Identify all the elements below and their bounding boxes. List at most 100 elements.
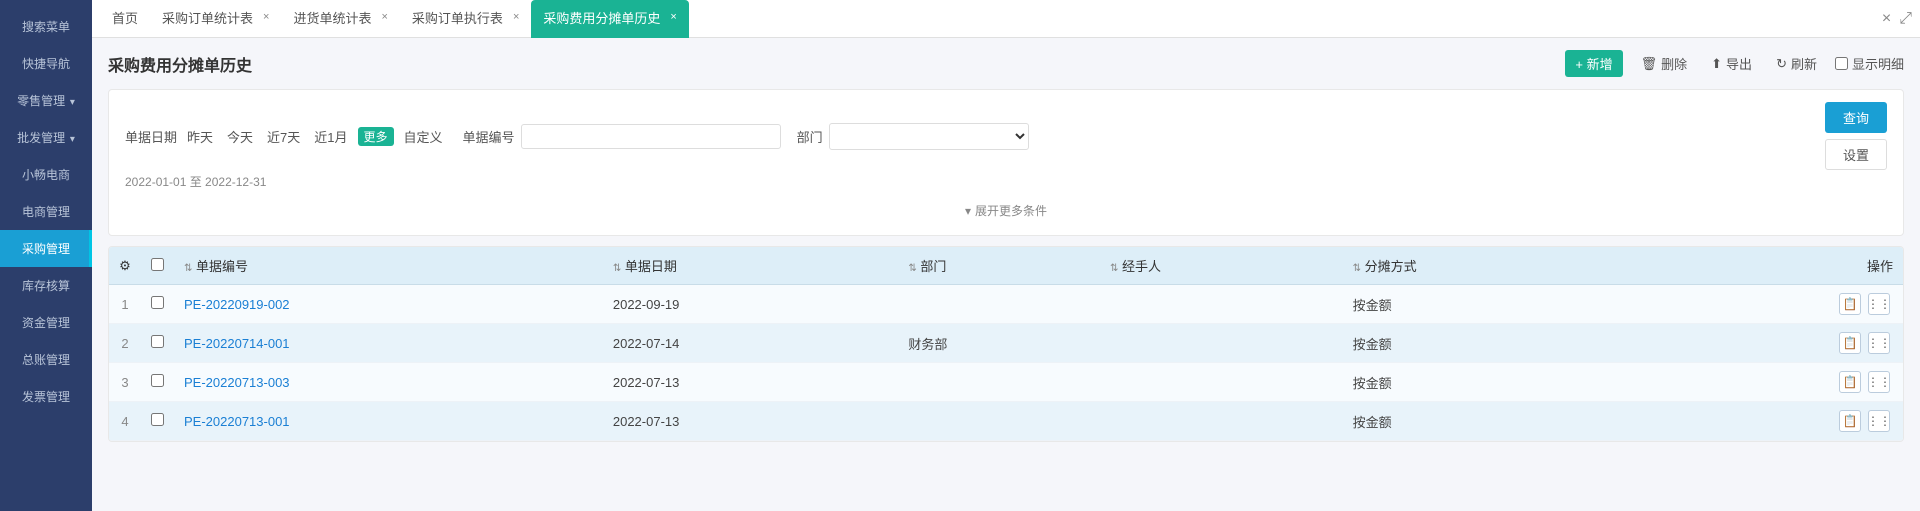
tab-bar: 首页采购订单统计表×进货单统计表×采购订单执行表×采购费用分摊单历史× × ⤢ — [92, 0, 1920, 38]
tab-close-purchase-order-stats[interactable]: × — [263, 12, 269, 23]
sort-icon-handler: ⇅ — [1110, 263, 1118, 274]
sort-icon: ⇅ — [184, 263, 192, 274]
doc-link[interactable]: PE-20220713-001 — [184, 414, 290, 429]
tab-purchase-cost-history[interactable]: 采购费用分摊单历史× — [531, 0, 688, 38]
row-checkbox[interactable] — [151, 296, 164, 309]
sidebar-item-finance[interactable]: 资金管理 — [0, 304, 92, 341]
td-handler — [1100, 402, 1343, 441]
date-shortcuts: 昨天 今天 近7天 近1月 更多 自定义 — [183, 126, 447, 147]
table-row: 2 PE-20220714-001 2022-07-14 财务部 按金额 📋 ⋮… — [109, 324, 1903, 363]
chevron-icon: ▾ — [67, 97, 75, 108]
sidebar-item-ledger[interactable]: 总账管理 — [0, 341, 92, 378]
sidebar-item-wholesale[interactable]: 批发管理 ▾ — [0, 119, 92, 156]
sidebar-item-purchase[interactable]: 采购管理 — [0, 230, 92, 267]
td-ops: 📋 ⋮⋮ — [1630, 285, 1903, 324]
shortcut-1month[interactable]: 近1月 — [310, 126, 351, 147]
select-all-checkbox[interactable] — [151, 258, 164, 271]
data-table: ⚙ ⇅ 单据编号 ⇅ 单据日期 ⇅ 部门 ⇅ 经手人 ⇅ 分摊方式 操作 1 P… — [109, 247, 1903, 441]
table-row: 1 PE-20220919-002 2022-09-19 按金额 📋 ⋮⋮ — [109, 285, 1903, 324]
td-method: 按金额 — [1343, 285, 1630, 324]
shortcut-custom[interactable]: 自定义 — [400, 126, 447, 147]
maximize-window-icon[interactable]: ⤢ — [1899, 10, 1912, 28]
sidebar-item-ecommerce-small[interactable]: 小畅电商 — [0, 156, 92, 193]
export-button[interactable]: ⬆ 导出 — [1705, 50, 1758, 77]
tab-purchase-order-exec[interactable]: 采购订单执行表× — [400, 0, 531, 38]
dept-select[interactable] — [829, 123, 1029, 150]
sidebar-item-quick-nav[interactable]: 快捷导航 — [0, 45, 92, 82]
more-button[interactable]: ⋮⋮ — [1868, 293, 1890, 315]
doc-link[interactable]: PE-20220714-001 — [184, 336, 290, 351]
tab-label-purchase-order-stats: 采购订单统计表 — [162, 8, 253, 27]
page-content: 采购费用分摊单历史 + 新增 🗑 删除 ⬆ 导出 ↻ 刷新 显示明细 — [92, 38, 1920, 511]
expand-more-button[interactable]: ▾ 展开更多条件 — [125, 198, 1887, 223]
sidebar-item-retail[interactable]: 零售管理 ▾ — [0, 82, 92, 119]
refresh-icon: ↻ — [1776, 56, 1787, 72]
show-columns-checkbox[interactable]: 显示明细 — [1835, 54, 1904, 73]
export-icon: ⬆ — [1711, 56, 1722, 72]
td-method: 按金额 — [1343, 324, 1630, 363]
delete-button[interactable]: 🗑 删除 — [1635, 50, 1694, 77]
td-handler — [1100, 324, 1343, 363]
chevron-icon: ▾ — [67, 134, 75, 145]
tab-close-purchase-goods-stats[interactable]: × — [381, 12, 387, 23]
td-num: 2 — [109, 324, 141, 363]
sidebar-item-inventory[interactable]: 库存核算 — [0, 267, 92, 304]
row-checkbox[interactable] — [151, 335, 164, 348]
sort-icon-dept: ⇅ — [908, 263, 916, 274]
edit-button[interactable]: 📋 — [1839, 410, 1861, 432]
sort-icon-method: ⇅ — [1353, 263, 1361, 274]
more-button[interactable]: ⋮⋮ — [1868, 371, 1890, 393]
row-checkbox[interactable] — [151, 413, 164, 426]
sidebar: 搜索菜单快捷导航零售管理 ▾批发管理 ▾小畅电商电商管理采购管理库存核算资金管理… — [0, 0, 92, 511]
close-window-icon[interactable]: × — [1882, 10, 1891, 28]
date-range-text: 2022-01-01 至 2022-12-31 — [125, 173, 1887, 190]
add-button[interactable]: + 新增 — [1565, 50, 1622, 77]
sidebar-item-invoice[interactable]: 发票管理 — [0, 378, 92, 415]
sidebar-item-ecommerce[interactable]: 电商管理 — [0, 193, 92, 230]
tab-close-purchase-order-exec[interactable]: × — [513, 12, 519, 23]
docno-filter-label: 单据编号 — [463, 127, 515, 146]
td-date: 2022-07-14 — [603, 324, 899, 363]
dept-filter-label: 部门 — [797, 127, 823, 146]
header-actions: + 新增 🗑 删除 ⬆ 导出 ↻ 刷新 显示明细 — [1565, 50, 1904, 77]
edit-button[interactable]: 📋 — [1839, 293, 1861, 315]
delete-icon: 🗑 — [1641, 56, 1658, 72]
show-columns-input[interactable] — [1835, 57, 1848, 70]
td-docno: PE-20220713-001 — [174, 402, 603, 441]
page-header: 采购费用分摊单历史 + 新增 🗑 删除 ⬆ 导出 ↻ 刷新 显示明细 — [108, 50, 1904, 77]
tab-close-purchase-cost-history[interactable]: × — [670, 12, 676, 23]
settings-button[interactable]: 设置 — [1825, 139, 1887, 170]
more-button[interactable]: ⋮⋮ — [1868, 332, 1890, 354]
td-date: 2022-07-13 — [603, 363, 899, 402]
shortcut-yesterday[interactable]: 昨天 — [183, 126, 217, 147]
sidebar-item-search[interactable]: 搜索菜单 — [0, 8, 92, 45]
td-handler — [1100, 285, 1343, 324]
edit-button[interactable]: 📋 — [1839, 371, 1861, 393]
tab-purchase-goods-stats[interactable]: 进货单统计表 × — [281, 0, 399, 38]
gear-icon[interactable]: ⚙ — [119, 258, 131, 273]
shortcut-7days[interactable]: 近7天 — [263, 126, 304, 147]
tab-purchase-order-stats[interactable]: 采购订单统计表 × — [150, 0, 281, 38]
search-button[interactable]: 查询 — [1825, 102, 1887, 133]
doc-link[interactable]: PE-20220919-002 — [184, 297, 290, 312]
refresh-button[interactable]: ↻ 刷新 — [1770, 50, 1823, 77]
edit-button[interactable]: 📋 — [1839, 332, 1861, 354]
td-check — [141, 285, 174, 324]
tab-label-purchase-goods-stats: 进货单统计表 — [293, 8, 371, 27]
tab-home[interactable]: 首页 — [100, 0, 150, 38]
td-dept: 财务部 — [898, 324, 1100, 363]
dept-filter: 部门 — [797, 123, 1029, 150]
table-head: ⚙ ⇅ 单据编号 ⇅ 单据日期 ⇅ 部门 ⇅ 经手人 ⇅ 分摊方式 操作 — [109, 247, 1903, 285]
td-dept — [898, 402, 1100, 441]
td-ops: 📋 ⋮⋮ — [1630, 324, 1903, 363]
td-docno: PE-20220919-002 — [174, 285, 603, 324]
row-checkbox[interactable] — [151, 374, 164, 387]
more-button[interactable]: ⋮⋮ — [1868, 410, 1890, 432]
doc-link[interactable]: PE-20220713-003 — [184, 375, 290, 390]
date-filter-label: 单据日期 — [125, 127, 177, 146]
shortcut-today[interactable]: 今天 — [223, 126, 257, 147]
filter-row-1: 单据日期 昨天 今天 近7天 近1月 更多 自定义 单据编号 — [125, 102, 1887, 170]
shortcut-more[interactable]: 更多 — [358, 127, 394, 146]
docno-input[interactable] — [521, 124, 781, 149]
td-ops: 📋 ⋮⋮ — [1630, 363, 1903, 402]
